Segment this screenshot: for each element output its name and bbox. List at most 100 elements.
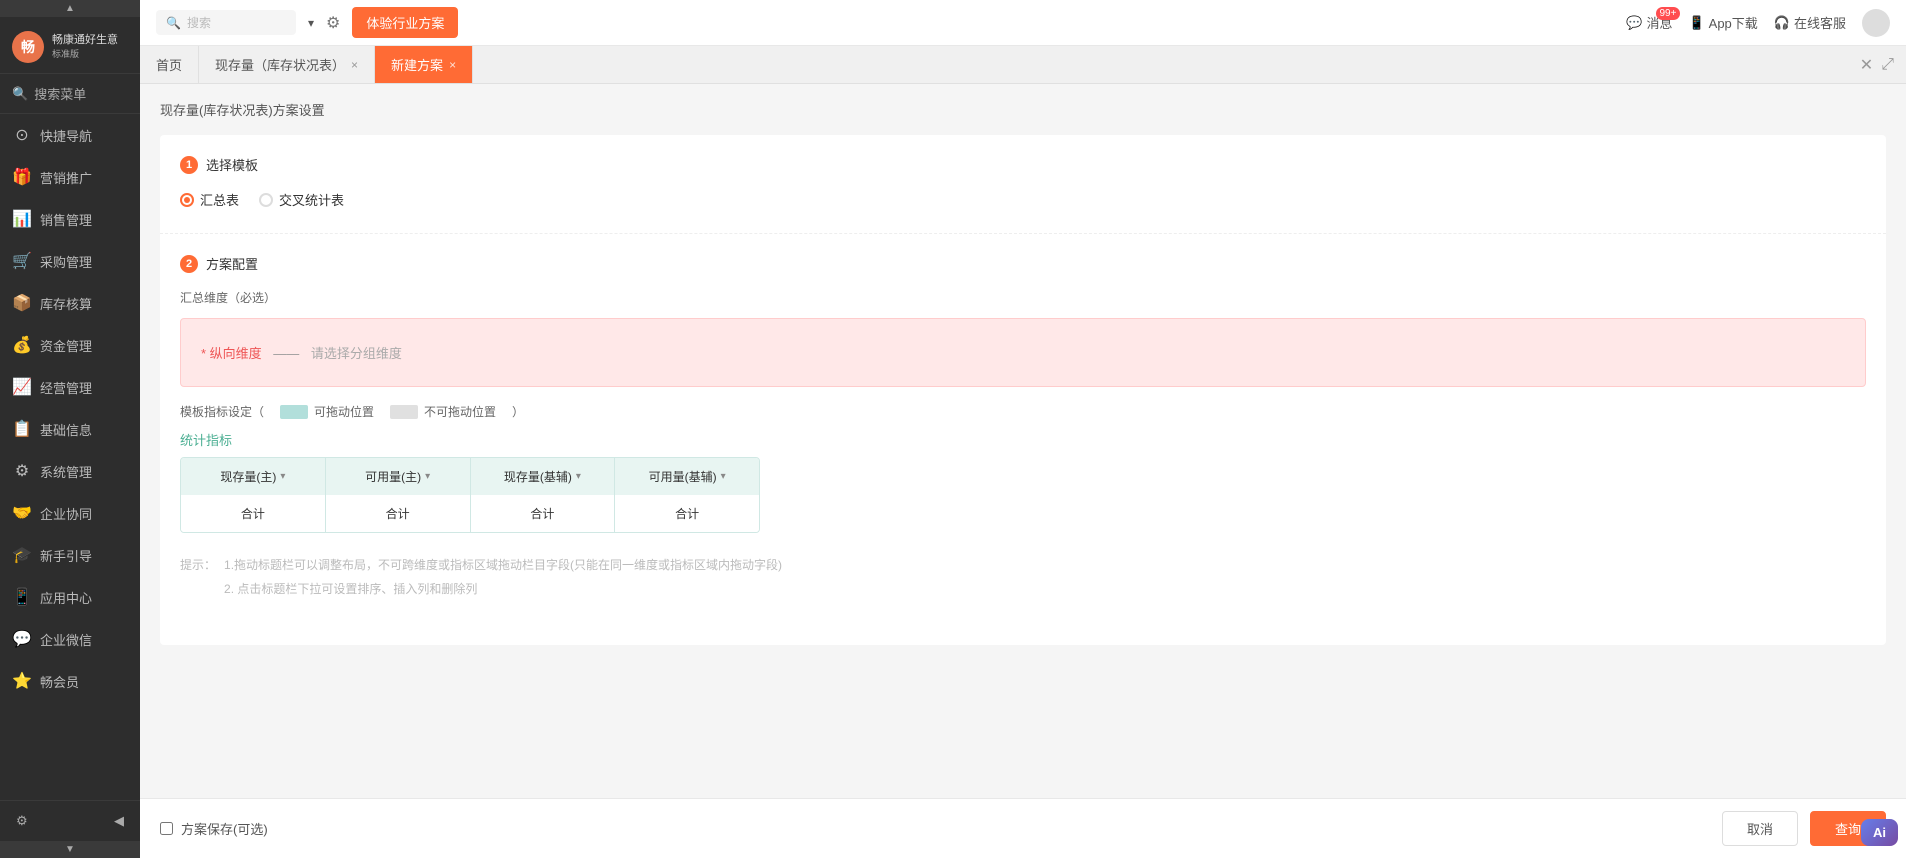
tab-close-all-icon[interactable]: ✕ — [1860, 55, 1873, 75]
sidebar-item-corp[interactable]: 🤝 企业协同 — [0, 492, 140, 534]
sidebar-logo: 畅 畅康通好生意 标准版 — [0, 17, 140, 74]
col-body-0: 合计 — [181, 495, 326, 532]
marketing-icon: 🎁 — [12, 167, 32, 187]
sidebar-item-label: 经营管理 — [40, 378, 92, 397]
sidebar-item-purchase[interactable]: 🛒 采购管理 — [0, 240, 140, 282]
legend-close-bracket: ） — [512, 403, 524, 420]
tab-new-scheme-close[interactable]: × — [449, 59, 456, 71]
topbar-search-icon: 🔍 — [166, 16, 181, 30]
topbar: 🔍 搜索 ▾ ⚙ 体验行业方案 💬 消息 99+ 📱 App下载 🎧 在线客服 — [140, 0, 1906, 46]
col-header-3[interactable]: 可用量(基辅) ▾ — [615, 458, 759, 495]
main-area: 🔍 搜索 ▾ ⚙ 体验行业方案 💬 消息 99+ 📱 App下载 🎧 在线客服 — [140, 0, 1906, 858]
service-icon: 🎧 — [1774, 15, 1790, 31]
sidebar-item-finance[interactable]: 💰 资金管理 — [0, 324, 140, 366]
tab-home[interactable]: 首页 — [140, 46, 199, 83]
quick-nav-icon: ⊙ — [12, 125, 32, 145]
sidebar-scroll-down[interactable]: ▼ — [0, 841, 140, 858]
sidebar-item-basic[interactable]: 📋 基础信息 — [0, 408, 140, 450]
tips-line-2: 提示： 2. 点击标题栏下拉可设置排序、插入列和删除列 — [180, 577, 1866, 601]
section-select-template: 1 选择模板 汇总表 交叉统计表 — [180, 155, 1866, 209]
save-scheme-input[interactable] — [160, 822, 173, 835]
col-dropdown-1[interactable]: ▾ — [425, 471, 430, 482]
save-scheme-checkbox[interactable]: 方案保存(可选) — [160, 819, 268, 838]
app-download-label: App下载 — [1709, 13, 1758, 32]
sidebar-item-sales[interactable]: 📊 销售管理 — [0, 198, 140, 240]
tab-expand-icon[interactable]: ⤢ — [1881, 56, 1894, 74]
section1-header: 1 选择模板 — [180, 155, 1866, 174]
sidebar-search-menu[interactable]: 🔍 搜索菜单 — [0, 74, 140, 114]
app-logo-icon: 畅 — [12, 31, 44, 63]
radio-summary-label: 汇总表 — [200, 190, 239, 209]
section2-title: 方案配置 — [206, 254, 258, 273]
radio-summary[interactable]: 汇总表 — [180, 190, 239, 209]
app-name: 畅康通好生意 — [52, 33, 118, 48]
message-badge: 99+ — [1656, 7, 1681, 20]
topbar-online-service[interactable]: 🎧 在线客服 — [1774, 13, 1846, 32]
sidebar-item-member[interactable]: ⭐ 畅会员 — [0, 660, 140, 702]
section2-header: 2 方案配置 — [180, 254, 1866, 273]
col-dropdown-0[interactable]: ▾ — [280, 471, 285, 482]
sidebar: ▲ 畅 畅康通好生意 标准版 🔍 搜索菜单 ⊙ 快捷导航 🎁 营销推广 📊 销售… — [0, 0, 140, 858]
sidebar-item-quick-nav[interactable]: ⊙ 快捷导航 — [0, 114, 140, 156]
template-radio-group: 汇总表 交叉统计表 — [180, 190, 1866, 209]
col-sub-3: 合计 — [675, 505, 699, 522]
sidebar-item-label: 库存核算 — [40, 294, 92, 313]
tab-home-label: 首页 — [156, 55, 182, 74]
sidebar-settings-icon[interactable]: ⚙ — [16, 813, 28, 829]
topbar-search-box[interactable]: 🔍 搜索 — [156, 10, 296, 35]
radio-summary-circle — [180, 193, 194, 207]
sidebar-item-appstore[interactable]: 📱 应用中心 — [0, 576, 140, 618]
section1-num: 1 — [180, 156, 198, 174]
sidebar-item-operations[interactable]: 📈 经营管理 — [0, 366, 140, 408]
sidebar-item-marketing[interactable]: 🎁 营销推广 — [0, 156, 140, 198]
table-header-row: 现存量(主) ▾ 可用量(主) ▾ 现存量(基辅) ▾ — [181, 458, 759, 495]
col-header-0[interactable]: 现存量(主) ▾ — [181, 458, 326, 495]
tips-line-1: 提示： 1.拖动标题栏可以调整布局，不可跨维度或指标区域拖动栏目字段(只能在同一… — [180, 553, 1866, 577]
tab-inventory-status[interactable]: 现存量（库存状况表） × — [199, 46, 375, 83]
col-dropdown-2[interactable]: ▾ — [576, 471, 581, 482]
cancel-button[interactable]: 取消 — [1722, 811, 1798, 846]
save-scheme-label: 方案保存(可选) — [181, 819, 268, 838]
indicators-title: 统计指标 — [180, 430, 1866, 449]
indicators-legend: 模板指标设定（ 可拖动位置 不可拖动位置 ） — [180, 403, 1866, 420]
sidebar-item-newbie[interactable]: 🎓 新手引导 — [0, 534, 140, 576]
finance-icon: 💰 — [12, 335, 32, 355]
radio-cross[interactable]: 交叉统计表 — [259, 190, 344, 209]
topbar-search-text: 搜索 — [187, 14, 211, 31]
ai-badge[interactable]: Ai — [1861, 819, 1898, 846]
member-icon: ⭐ — [12, 671, 32, 691]
corp-icon: 🤝 — [12, 503, 32, 523]
legend-fixed: 不可拖动位置 — [390, 403, 496, 420]
sidebar-scroll-up[interactable]: ▲ — [0, 0, 140, 17]
user-avatar[interactable] — [1862, 9, 1890, 37]
tab-inventory-status-close[interactable]: × — [351, 59, 358, 71]
scheme-panel: 1 选择模板 汇总表 交叉统计表 2 — [160, 135, 1886, 645]
col-header-2[interactable]: 现存量(基辅) ▾ — [471, 458, 616, 495]
sidebar-item-system[interactable]: ⚙ 系统管理 — [0, 450, 140, 492]
template-indicator-label: 模板指标设定（ — [180, 403, 264, 420]
trial-industry-btn[interactable]: 体验行业方案 — [352, 7, 458, 38]
col-dropdown-3[interactable]: ▾ — [721, 471, 726, 482]
topbar-dropdown-icon[interactable]: ▾ — [308, 16, 314, 30]
topbar-gear-icon[interactable]: ⚙ — [326, 13, 340, 33]
dimension-area[interactable]: * 纵向维度 —— 请选择分组维度 — [180, 318, 1866, 387]
sidebar-item-wechat[interactable]: 💬 企业微信 — [0, 618, 140, 660]
section2-num: 2 — [180, 255, 198, 273]
sidebar-item-label: 基础信息 — [40, 420, 92, 439]
col-sub-2: 合计 — [530, 505, 554, 522]
col-header-1[interactable]: 可用量(主) ▾ — [326, 458, 471, 495]
tab-new-scheme[interactable]: 新建方案 × — [375, 46, 473, 83]
message-icon: 💬 — [1626, 15, 1642, 31]
basic-icon: 📋 — [12, 419, 32, 439]
radio-cross-circle — [259, 193, 273, 207]
tips-text-1: 1.拖动标题栏可以调整布局，不可跨维度或指标区域拖动栏目字段(只能在同一维度或指… — [224, 553, 782, 577]
topbar-app-download[interactable]: 📱 App下载 — [1688, 13, 1757, 32]
topbar-message[interactable]: 💬 消息 99+ — [1626, 13, 1672, 32]
section-scheme-config: 2 方案配置 汇总维度（必选） * 纵向维度 —— 请选择分组维度 模板指标设定… — [180, 254, 1866, 601]
sidebar-item-inventory[interactable]: 📦 库存核算 — [0, 282, 140, 324]
purchase-icon: 🛒 — [12, 251, 32, 271]
sidebar-collapse-icon[interactable]: ◀ — [114, 813, 124, 829]
col-label-2: 现存量(基辅) — [504, 468, 572, 485]
dimension-vertical-label: * 纵向维度 — [201, 346, 262, 361]
operations-icon: 📈 — [12, 377, 32, 397]
